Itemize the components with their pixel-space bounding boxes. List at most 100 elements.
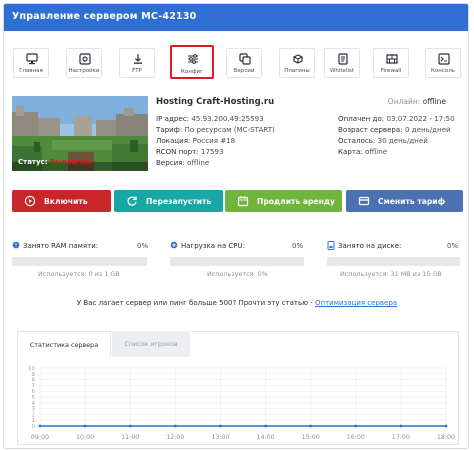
x-tick-label: 18:00 <box>437 434 455 441</box>
tariff-row: Тариф: По ресурсам (MC-START) <box>156 125 275 134</box>
online-value: offline <box>422 97 446 106</box>
age-value: 0 день/дней <box>404 125 451 134</box>
versions-icon <box>239 53 251 65</box>
calendar-icon <box>237 196 249 207</box>
x-tick-label: 16:00 <box>347 434 365 441</box>
tab-firewall-label: Firewall <box>380 68 402 74</box>
x-tick-label: 13:00 <box>211 434 229 441</box>
sliders-icon <box>188 54 198 64</box>
rcon-label: RCON порт: <box>156 147 199 156</box>
series-point <box>38 424 42 428</box>
x-tick-label: 09:00 <box>31 434 49 441</box>
tab-versions-label: Версии <box>233 68 255 74</box>
ip-value[interactable]: 45.93.200.49:25593 <box>191 114 263 123</box>
y-tick-label: 3 <box>32 407 36 413</box>
x-tick-label: 11:00 <box>121 434 139 441</box>
series-point <box>399 424 403 428</box>
paid-label: Оплачен до: <box>338 114 385 123</box>
rcon-value: 17593 <box>200 147 224 156</box>
tab-whitelist[interactable]: Whitelist <box>324 48 360 78</box>
x-tick-label: 12:00 <box>166 434 184 441</box>
rcon-row: RCON порт: 17593 <box>156 147 224 156</box>
plugins-icon <box>293 54 303 64</box>
tab-player-list[interactable]: Список игроков <box>112 331 190 357</box>
restart-icon <box>127 196 137 206</box>
y-tick-label: 0 <box>32 424 36 430</box>
tab-plugins[interactable]: Плагины <box>279 48 315 78</box>
y-tick-label: 6 <box>32 389 36 395</box>
series-point <box>264 424 267 428</box>
location-label: Локация: <box>156 136 191 145</box>
lag-notice: У Вас лагает сервер или пинг больше 500?… <box>4 299 468 307</box>
ram-icon <box>12 241 20 249</box>
ip-label: IP адрес: <box>156 114 190 123</box>
restart-button-label: Перезапустить <box>146 197 212 206</box>
disk-used: Используется: 31 MB из 15 GB <box>340 270 442 278</box>
toolbar: Главная Настройки FTP Конфиг Версии Плаг… <box>11 45 463 79</box>
status-value: Выключен <box>49 158 93 166</box>
status-label: Статус: <box>18 158 48 166</box>
version-value: offline <box>187 158 210 167</box>
ram-used: Используется: 0 из 1 GB <box>38 270 120 278</box>
tab-config[interactable]: Конфиг <box>170 45 214 79</box>
disk-pct: 0% <box>447 242 459 250</box>
y-tick-label: 5 <box>32 395 36 401</box>
map-label: Карта: <box>338 147 363 156</box>
server-host: Hosting Craft-Hosting.ru <box>156 97 275 107</box>
series-point <box>173 424 177 428</box>
tab-settings-label: Настройки <box>68 68 100 74</box>
tab-settings[interactable]: Настройки <box>66 48 102 78</box>
start-button[interactable]: Включить <box>12 190 111 212</box>
paid-row: Оплачен до: 03.07.2022 - 17:50 <box>338 114 455 123</box>
disk-bar <box>327 257 460 266</box>
tariff-value: По ресурсам (MC-START) <box>184 125 275 134</box>
location-row: Локация: Россия #18 <box>156 136 235 145</box>
y-tick-label: 1 <box>32 418 36 424</box>
version-row: Версия: offline <box>156 158 209 167</box>
age-label: Возраст сервера: <box>338 125 403 134</box>
extend-rent-button[interactable]: Продлить аренду <box>225 190 342 212</box>
age-row: Возраст сервера: 0 день/дней <box>338 125 451 134</box>
online-label: Онлайн: <box>387 97 421 106</box>
window-title: Управление сервером MC-42130 <box>4 4 468 31</box>
restart-button[interactable]: Перезапустить <box>114 190 223 212</box>
tab-main[interactable]: Главная <box>13 48 49 78</box>
ftp-icon <box>134 54 142 64</box>
x-tick-label: 10:00 <box>76 434 94 441</box>
series-point <box>83 424 87 428</box>
tab-console[interactable]: Консоль <box>425 48 461 78</box>
whitelist-icon <box>338 53 348 65</box>
ram-label: Занято RAM памяти: <box>23 242 99 250</box>
change-tariff-button[interactable]: Сменить тариф <box>346 190 463 212</box>
x-tick-label: 17:00 <box>392 434 410 441</box>
tab-ftp[interactable]: FTP <box>119 48 155 78</box>
y-tick-label: 2 <box>32 412 36 418</box>
tab-whitelist-label: Whitelist <box>329 68 355 74</box>
tab-server-stats[interactable]: Статистика сервера <box>17 331 111 357</box>
monitor-icon <box>26 53 38 65</box>
stats-chart: 012345678910 09:00 10:00 11:00 12:00 13:00 14:… <box>28 366 455 441</box>
tariff-label: Тариф: <box>156 125 183 134</box>
ram-bar <box>12 257 147 266</box>
cpu-pct: 0% <box>292 242 304 250</box>
ram-pct: 0% <box>137 242 149 250</box>
map-value: offline <box>365 147 388 156</box>
paid-value: 03.07.2022 - 17:50 <box>386 114 455 123</box>
tab-plugins-label: Плагины <box>284 68 310 74</box>
power-icon <box>24 195 36 207</box>
version-label: Версия: <box>156 158 185 167</box>
tab-versions[interactable]: Версии <box>226 48 262 78</box>
map-row: Карта: offline <box>338 147 387 156</box>
tab-firewall[interactable]: Firewall <box>373 48 409 78</box>
x-tick-label: 15:00 <box>302 434 320 441</box>
extend-rent-button-label: Продлить аренду <box>257 197 335 206</box>
x-tick-label: 14:00 <box>256 434 274 441</box>
disk-icon <box>327 241 335 250</box>
terminal-icon <box>438 53 450 65</box>
change-tariff-button-label: Сменить тариф <box>378 197 446 206</box>
server-window: Управление сервером MC-42130 Главная Нас… <box>3 3 469 449</box>
tab-config-label: Конфиг <box>180 69 204 75</box>
optimization-link[interactable]: Оптимизация сервера <box>315 299 397 307</box>
lag-notice-text: У Вас лагает сервер или пинг больше 500?… <box>76 299 315 307</box>
series-point <box>354 424 358 428</box>
